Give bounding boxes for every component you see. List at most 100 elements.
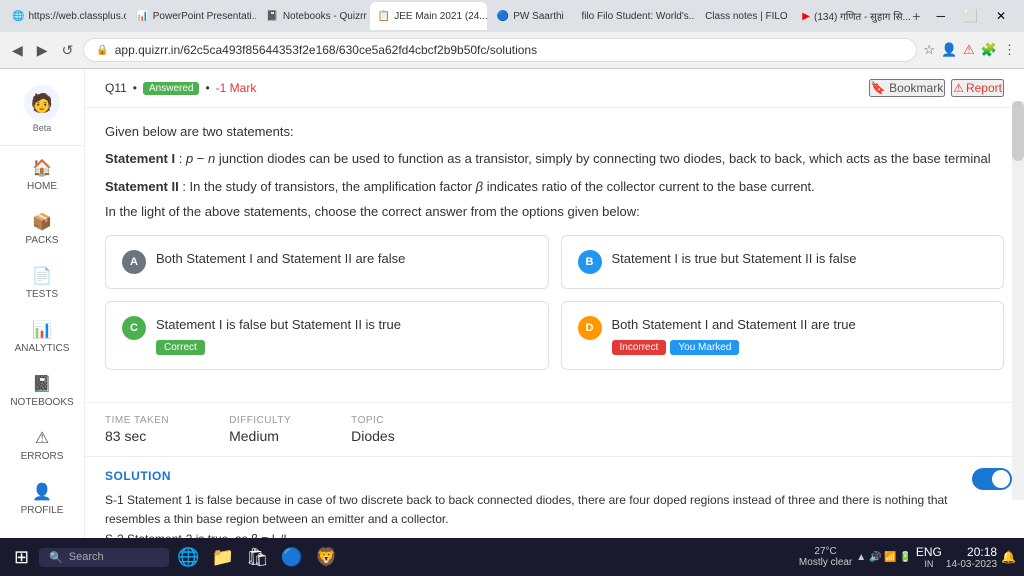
- browser-chrome: 🌐 https://web.classplus.c ✕ 📊 PowerPoint…: [0, 0, 1024, 69]
- option-d-badges: Incorrect You Marked: [612, 340, 856, 355]
- solution-text: S-1 Statement 1 is false because in case…: [105, 491, 1004, 538]
- close-button[interactable]: ✕: [990, 9, 1012, 23]
- weather-temp: 27°C: [814, 546, 836, 557]
- window-controls: ─ ⬜ ✕: [922, 9, 1020, 23]
- start-button[interactable]: ⊞: [8, 545, 35, 570]
- tab-actions: +: [912, 8, 920, 24]
- notification-icon[interactable]: 🔔: [1001, 550, 1016, 564]
- taskbar-system-icons: 27°C Mostly clear ▲ 🔊 📶 🔋 ENG IN 20:18 1…: [799, 545, 1016, 570]
- warning-icon: ⚠: [963, 42, 975, 58]
- statement1-text: : p − n junction diodes can be used to f…: [179, 151, 991, 166]
- address-text: app.quizrr.in/62c5ca493f85644353f2e168/6…: [115, 43, 905, 57]
- logo-beta-label: Beta: [33, 123, 52, 133]
- difficulty-value: Medium: [229, 428, 291, 444]
- address-bar[interactable]: 🔒 app.quizrr.in/62c5ca493f85644353f2e168…: [83, 38, 917, 62]
- option-b-text: Statement I is true but Statement II is …: [612, 250, 857, 268]
- sidebar-item-analytics[interactable]: 📊 ANALYTICS: [0, 312, 84, 362]
- lang-region: IN: [924, 559, 933, 569]
- bookmark-button[interactable]: 🔖 Bookmark: [869, 79, 945, 97]
- taskbar-explorer-icon[interactable]: 📁: [208, 545, 238, 570]
- header-separator2: •: [205, 81, 209, 95]
- minimize-button[interactable]: ─: [930, 9, 951, 23]
- toolbar-icons: ☆ 👤 ⚠ 🧩 ⋮: [923, 42, 1016, 58]
- lang-display: ENG IN: [916, 545, 942, 569]
- option-a[interactable]: A Both Statement I and Statement II are …: [105, 235, 549, 289]
- option-c-badges: Correct: [156, 340, 401, 355]
- scrollbar-thumb[interactable]: [1012, 101, 1024, 161]
- errors-icon: ⚠: [35, 428, 49, 448]
- new-tab-button[interactable]: +: [912, 8, 920, 24]
- clock-date: 14-03-2023: [946, 559, 997, 570]
- question-intro: Given below are two statements:: [105, 124, 1004, 139]
- profile-nav-icon: 👤: [32, 482, 52, 502]
- sidebar-item-profile[interactable]: 👤 PROFILE: [0, 474, 84, 524]
- sidebar-item-notebooks[interactable]: 📓 NOTEBOOKS: [0, 366, 84, 416]
- taskbar-search[interactable]: 🔍 Search: [39, 548, 169, 567]
- taskbar-brave-icon[interactable]: 🦁: [311, 545, 341, 570]
- topic-value: Diodes: [351, 428, 395, 444]
- solution-body-text: S-1 Statement 1 is false because in case…: [105, 493, 948, 526]
- tab-jee-active[interactable]: 📋 JEE Main 2021 (24... ✕: [370, 2, 487, 30]
- statement2: Statement II : In the study of transisto…: [105, 177, 1004, 197]
- time-taken-label: TIME TAKEN: [105, 415, 169, 426]
- refresh-button[interactable]: ↺: [58, 40, 78, 61]
- restore-button[interactable]: ⬜: [957, 9, 984, 23]
- taskbar-chrome-icon[interactable]: 🔵: [277, 545, 307, 570]
- taskbar-edge-icon[interactable]: 🌐: [173, 545, 203, 570]
- search-taskbar-icon: 🔍: [49, 551, 63, 564]
- sidebar-errors-label: ERRORS: [21, 451, 64, 462]
- tab-pw[interactable]: 🔵 PW Saarthi ✕: [489, 2, 572, 30]
- option-a-text: Both Statement I and Statement II are fa…: [156, 250, 405, 268]
- main-layout: 🧑 Beta 🏠 HOME 📦 PACKS 📄 TESTS 📊 ANALYTIC…: [0, 69, 1024, 538]
- report-button[interactable]: ⚠ Report: [951, 79, 1004, 97]
- sidebar-profile-label: PROFILE: [21, 505, 64, 516]
- option-d[interactable]: D Both Statement I and Statement II are …: [561, 301, 1005, 370]
- bookmark-star-icon[interactable]: ☆: [923, 42, 935, 58]
- back-button[interactable]: ◀: [8, 40, 27, 61]
- extensions-icon[interactable]: 🧩: [981, 42, 997, 58]
- option-b[interactable]: B Statement I is true but Statement II i…: [561, 235, 1005, 289]
- system-tray-icons: ▲ 🔊 📶 🔋: [856, 552, 912, 563]
- taskbar-store-icon[interactable]: 🛍: [242, 545, 273, 570]
- sidebar-item-home[interactable]: 🏠 HOME: [0, 150, 84, 200]
- meta-row: TIME TAKEN 83 sec DIFFICULTY Medium TOPI…: [85, 402, 1024, 457]
- option-c-text: Statement I is false but Statement II is…: [156, 316, 401, 334]
- option-b-content: Statement I is true but Statement II is …: [612, 250, 857, 268]
- statement2-label: Statement II: [105, 179, 179, 194]
- address-bar-row: ◀ ▶ ↺ 🔒 app.quizrr.in/62c5ca493f85644353…: [0, 32, 1024, 68]
- forward-button[interactable]: ▶: [33, 40, 52, 61]
- answered-badge: Answered: [143, 82, 199, 95]
- correct-badge: Correct: [156, 340, 205, 355]
- statement1-label: Statement I: [105, 151, 175, 166]
- logo-icon: 🧑: [24, 85, 60, 121]
- options-grid: A Both Statement I and Statement II are …: [105, 235, 1004, 370]
- sidebar-item-packs[interactable]: 📦 PACKS: [0, 204, 84, 254]
- tab-classplus[interactable]: 🌐 https://web.classplus.c ✕: [4, 2, 126, 30]
- tab-youtube[interactable]: ▶ (134) गणित - सुहाग सि... ✕: [794, 2, 910, 30]
- option-c[interactable]: C Statement I is false but Statement II …: [105, 301, 549, 370]
- tab-classnotes[interactable]: Class notes | FILO ✕: [697, 2, 792, 30]
- notebooks-icon: 📓: [32, 374, 52, 394]
- lang-code: ENG: [916, 545, 942, 559]
- sidebar-item-tests[interactable]: 📄 TESTS: [0, 258, 84, 308]
- sidebar-logo: 🧑 Beta: [0, 77, 84, 146]
- option-d-letter: D: [578, 316, 602, 340]
- profile-icon[interactable]: 👤: [941, 42, 957, 58]
- header-separator: •: [133, 81, 137, 95]
- option-a-letter: A: [122, 250, 146, 274]
- tab-filo1[interactable]: filo Filo Student: World's... ✕: [573, 2, 695, 30]
- tab-notebooks[interactable]: 📓 Notebooks - Quizrr ✕: [258, 2, 367, 30]
- sidebar-item-errors[interactable]: ⚠ ERRORS: [0, 420, 84, 470]
- scrollbar-track[interactable]: [1012, 101, 1024, 500]
- question-body: Given below are two statements: Statemen…: [85, 108, 1024, 402]
- option-d-content: Both Statement I and Statement II are tr…: [612, 316, 856, 355]
- warning-report-icon: ⚠: [953, 81, 964, 95]
- toggle-button[interactable]: [972, 468, 1012, 490]
- sidebar-packs-label: PACKS: [25, 235, 58, 246]
- meta-topic: TOPIC Diodes: [351, 415, 395, 444]
- lock-icon: 🔒: [96, 45, 108, 56]
- solution-math-text: S-2 Statement-2 is true, as β = Ic/Ib: [105, 532, 292, 538]
- tests-icon: 📄: [32, 266, 52, 286]
- tab-powerpoint[interactable]: 📊 PowerPoint Presentati... ✕: [128, 2, 256, 30]
- menu-icon[interactable]: ⋮: [1003, 42, 1016, 58]
